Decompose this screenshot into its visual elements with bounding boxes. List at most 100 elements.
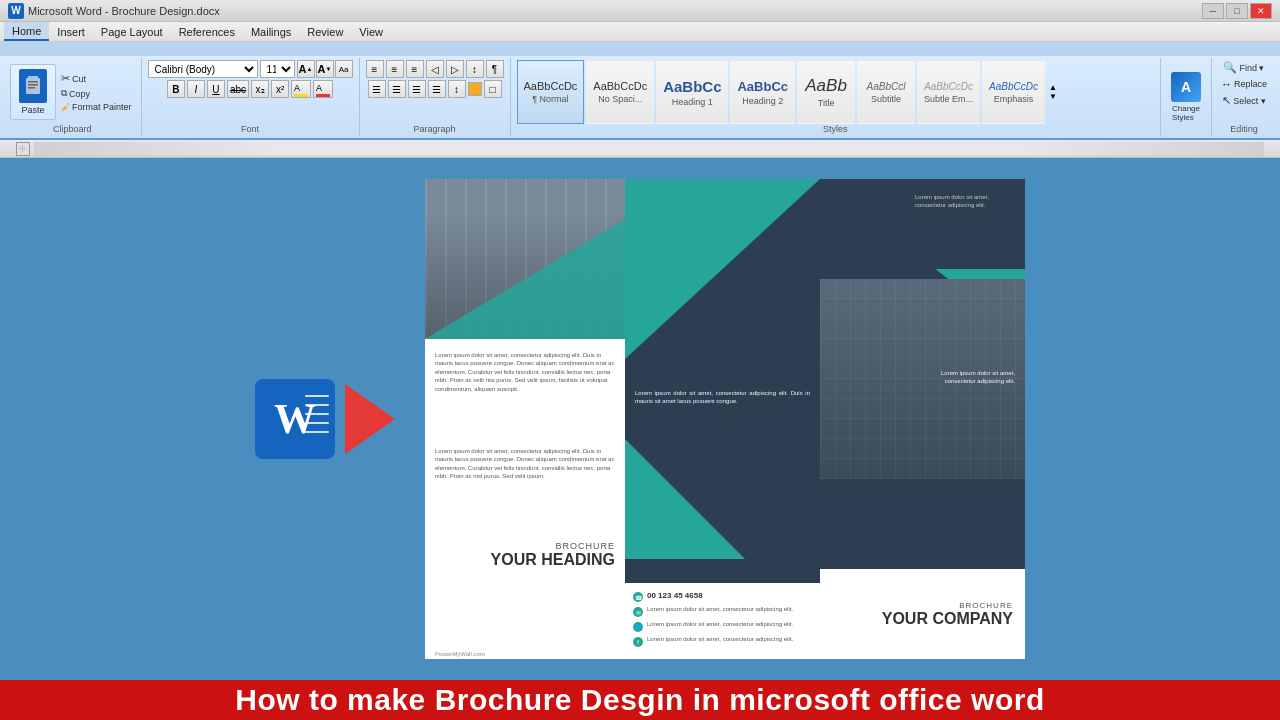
title-bar-left: W Microsoft Word - Brochure Design.docx bbox=[8, 3, 220, 19]
style-subtle-em[interactable]: AaBbCcDc Subtle Em... bbox=[917, 60, 980, 124]
menu-insert[interactable]: Insert bbox=[49, 22, 93, 41]
change-styles-button[interactable]: A ChangeStyles bbox=[1167, 70, 1205, 124]
style-emphasis[interactable]: AaBbCcDc Emphasis bbox=[982, 60, 1045, 124]
strikethrough-button[interactable]: abc bbox=[227, 80, 249, 98]
menu-references[interactable]: References bbox=[171, 22, 243, 41]
maximize-button[interactable]: □ bbox=[1226, 3, 1248, 19]
phone-number: 00 123 45 4658 bbox=[647, 591, 703, 600]
clear-format-button[interactable]: Aa bbox=[335, 60, 353, 78]
ribbon: Paste ✂ Cut ⧉ Copy 🖌 Format Painter bbox=[0, 42, 1280, 140]
menu-home[interactable]: Home bbox=[4, 22, 49, 41]
brochure-heading-sub: BROCHURE bbox=[491, 541, 615, 551]
styles-up[interactable]: ▲ bbox=[1049, 83, 1057, 92]
underline-button[interactable]: U bbox=[207, 80, 225, 98]
style-heading2[interactable]: AaBbCc Heading 2 bbox=[730, 60, 795, 124]
ruler-toggle[interactable]: ⊹ bbox=[16, 142, 30, 156]
clipboard-content: Paste ✂ Cut ⧉ Copy 🖌 Format Painter bbox=[10, 60, 135, 124]
bottom-title-text: How to make Brochure Desgin in microsoft… bbox=[235, 683, 1044, 717]
grow-font-button[interactable]: A▲ bbox=[297, 60, 315, 78]
superscript-button[interactable]: x² bbox=[271, 80, 289, 98]
shrink-font-button[interactable]: A▼ bbox=[316, 60, 334, 78]
menu-mailings[interactable]: Mailings bbox=[243, 22, 299, 41]
paste-icon bbox=[19, 69, 47, 103]
clipboard-label: Clipboard bbox=[10, 124, 135, 134]
clipboard-group: Paste ✂ Cut ⧉ Copy 🖌 Format Painter bbox=[4, 58, 142, 136]
justify-button[interactable]: ☰ bbox=[428, 80, 446, 98]
style-no-space[interactable]: AaBbCcDc No Spaci... bbox=[586, 60, 654, 124]
align-center-button[interactable]: ☰ bbox=[388, 80, 406, 98]
font-name-select[interactable]: Calibri (Body) bbox=[148, 60, 258, 78]
numbering-button[interactable]: ≡ bbox=[386, 60, 404, 78]
select-button[interactable]: ↖ Select ▾ bbox=[1219, 93, 1269, 108]
align-right-button[interactable]: ☰ bbox=[408, 80, 426, 98]
close-button[interactable]: ✕ bbox=[1250, 3, 1272, 19]
style-subtitle-preview: AaBbCcl bbox=[867, 81, 906, 92]
contact-section: ☎ 00 123 45 4658 ✉ Lorem ipsum dolor sit… bbox=[625, 583, 820, 659]
watermark: PosterMyWall.com bbox=[435, 651, 485, 657]
style-heading1[interactable]: AaBbCc Heading 1 bbox=[656, 60, 728, 124]
style-title-preview: AaBb bbox=[805, 76, 847, 96]
email-icon: ✉ bbox=[633, 607, 643, 617]
style-normal[interactable]: AaBbCcDc ¶ Normal bbox=[517, 60, 585, 124]
replace-button[interactable]: ↔ Replace bbox=[1218, 77, 1270, 91]
font-size-select[interactable]: 11 bbox=[260, 60, 295, 78]
styles-scroll: ▲ ▼ bbox=[1047, 81, 1059, 103]
word-icon: W bbox=[8, 3, 24, 19]
shading-button[interactable] bbox=[468, 82, 482, 96]
copy-button[interactable]: ⧉ Copy bbox=[58, 87, 135, 100]
borders-button[interactable]: □ bbox=[484, 80, 502, 98]
style-title[interactable]: AaBb Title bbox=[797, 60, 855, 124]
menu-review[interactable]: Review bbox=[299, 22, 351, 41]
main-area: W BROCHURE Y bbox=[0, 158, 1280, 680]
brochure-photo-top bbox=[425, 179, 625, 339]
editing-group: 🔍 Find ▾ ↔ Replace ↖ Select ▾ Editing bbox=[1212, 58, 1276, 136]
line-spacing-button[interactable]: ↕ bbox=[448, 80, 466, 98]
contact-web-item: 🌐 Lorem ipsum dolor sit amet, consectetu… bbox=[633, 621, 812, 632]
mid-teal-top bbox=[625, 179, 820, 359]
phone-icon: ☎ bbox=[633, 592, 643, 602]
minimize-button[interactable]: ─ bbox=[1202, 3, 1224, 19]
brochure-mid-panel: Lorem ipsum dolor sit amet, consectetur … bbox=[625, 179, 820, 659]
sort-button[interactable]: ↕ bbox=[466, 60, 484, 78]
menu-page-layout[interactable]: Page Layout bbox=[93, 22, 171, 41]
paste-button[interactable]: Paste bbox=[10, 64, 56, 120]
bullets-button[interactable]: ≡ bbox=[366, 60, 384, 78]
ribbon-tabs bbox=[0, 42, 1280, 56]
show-marks-button[interactable]: ¶ bbox=[486, 60, 504, 78]
ruler: ⊹ bbox=[0, 140, 1280, 158]
brochure-body-text2: Lorem ipsum dolor sit amet, consectetur … bbox=[425, 447, 625, 481]
change-styles-content: A ChangeStyles bbox=[1167, 60, 1205, 134]
svg-rect-4 bbox=[28, 87, 35, 89]
align-left-button[interactable]: ☰ bbox=[368, 80, 386, 98]
font-label: Font bbox=[148, 124, 353, 134]
para-row2: ☰ ☰ ☰ ☰ ↕ □ bbox=[368, 80, 502, 98]
italic-button[interactable]: I bbox=[187, 80, 205, 98]
highlight-button[interactable]: A bbox=[291, 80, 311, 98]
find-button[interactable]: 🔍 Find ▾ bbox=[1220, 60, 1267, 75]
mid-teal-bottom bbox=[625, 439, 745, 559]
right-bottom: BROCHURE YOUR COMPANY bbox=[820, 569, 1025, 659]
cut-button[interactable]: ✂ Cut bbox=[58, 71, 135, 86]
font-color-button[interactable]: A bbox=[313, 80, 333, 98]
subscript-button[interactable]: x₂ bbox=[251, 80, 269, 98]
svg-rect-2 bbox=[28, 81, 38, 83]
right-bottom-main: YOUR COMPANY bbox=[882, 610, 1013, 628]
font-size-btns: A▲ A▼ Aa bbox=[297, 60, 353, 78]
style-subtitle[interactable]: AaBbCcl Subtitle bbox=[857, 60, 915, 124]
title-bar: W Microsoft Word - Brochure Design.docx … bbox=[0, 0, 1280, 22]
web-text: Lorem ipsum dolor sit amet, consectetur … bbox=[647, 621, 793, 627]
multilevel-button[interactable]: ≡ bbox=[406, 60, 424, 78]
menu-view[interactable]: View bbox=[351, 22, 391, 41]
right-bottom-sub: BROCHURE bbox=[959, 601, 1013, 610]
increase-indent-button[interactable]: ▷ bbox=[446, 60, 464, 78]
teal-triangle-left bbox=[425, 219, 625, 339]
font-row1: Calibri (Body) 11 A▲ A▼ Aa bbox=[148, 60, 353, 78]
style-emphasis-preview: AaBbCcDc bbox=[989, 81, 1038, 92]
bold-button[interactable]: B bbox=[167, 80, 185, 98]
select-label: Select ▾ bbox=[1233, 96, 1266, 106]
style-subtle-em-preview: AaBbCcDc bbox=[924, 81, 973, 92]
svg-rect-3 bbox=[28, 84, 38, 86]
decrease-indent-button[interactable]: ◁ bbox=[426, 60, 444, 78]
styles-down[interactable]: ▼ bbox=[1049, 92, 1057, 101]
format-painter-button[interactable]: 🖌 Format Painter bbox=[58, 101, 135, 113]
